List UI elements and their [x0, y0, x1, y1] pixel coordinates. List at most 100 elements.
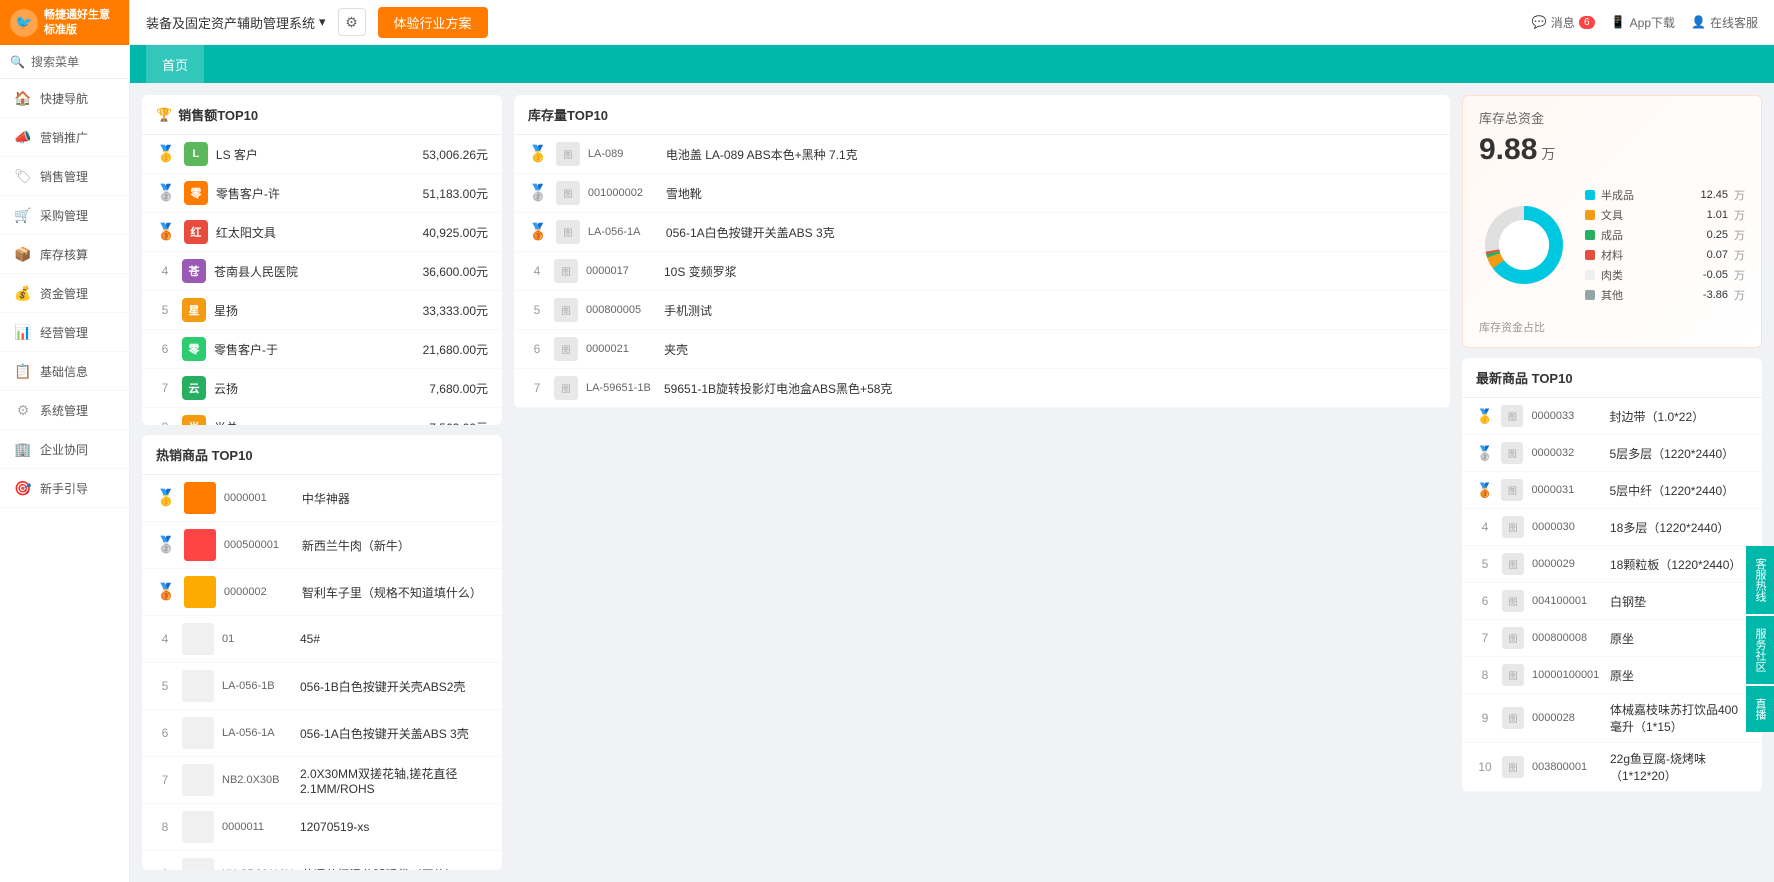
inventory-rank-row: 4 图 0000017 10S 变频罗浆	[514, 252, 1450, 291]
sidebar-item-finance[interactable]: 💰 资金管理	[0, 274, 129, 313]
search-icon: 🔍	[10, 55, 25, 69]
bronze-medal-icon: 🥉	[156, 222, 176, 242]
legend-unit: 万	[1734, 187, 1745, 203]
inventory-rank-row: 🥇 图 LA-089 电池盖 LA-089 ABS本色+黑种 7.1克	[514, 135, 1450, 174]
legend-item: 文具 1.01 万	[1585, 205, 1745, 225]
hot-product-name: 056-1A白色按键开关盖ABS 3壳	[300, 725, 488, 742]
rank-number: 7	[528, 381, 546, 395]
customer-amount: 51,183.00元	[423, 185, 488, 202]
new-product-row: 🥈 图 0000032 5层多层（1220*2440）	[1462, 435, 1762, 472]
sidebar-label-marketing: 营销推广	[40, 129, 88, 146]
new-product-code: 0000028	[1532, 712, 1602, 724]
product-code: LA-089	[588, 148, 658, 160]
new-product-name: 5层多层（1220*2440）	[1609, 445, 1748, 462]
new-product-row: 🥉 图 0000031 5层中纤（1220*2440）	[1462, 472, 1762, 509]
customer-amount: 21,680.00元	[423, 341, 488, 358]
rank-number: 7	[1476, 631, 1494, 645]
hot-product-name: 智利车子里（规格不知道填什么）	[302, 584, 488, 601]
new-product-img: 图	[1501, 442, 1523, 464]
customer-avatar: 红	[184, 220, 208, 244]
app-download-action[interactable]: 📱 App下载	[1611, 14, 1675, 31]
product-code: LA-056-1A	[588, 226, 658, 238]
customer-amount: 40,925.00元	[423, 224, 488, 241]
rank-number: 4	[1476, 520, 1494, 534]
new-product-row: 5 图 0000029 18颗粒板（1220*2440）	[1462, 546, 1762, 583]
rank-number: 9	[1476, 711, 1494, 725]
sidebar-item-basic[interactable]: 📋 基础信息	[0, 352, 129, 391]
panel-btn-服务社区[interactable]: 服务社区	[1746, 616, 1774, 684]
settings-button[interactable]: ⚙	[338, 8, 366, 36]
inventory-icon: 📦	[14, 245, 32, 263]
service-icon: 👤	[1691, 15, 1706, 29]
sidebar-item-purchase[interactable]: 🛒 采购管理	[0, 196, 129, 235]
sidebar-item-system[interactable]: ⚙ 系统管理	[0, 391, 129, 430]
inventory-rank-row: 7 图 LA-59651-1B 59651-1B旋转投影灯电池盒ABS黑色+58…	[514, 369, 1450, 408]
inv-ratio-label: 库存资金占比	[1463, 315, 1761, 347]
product-name: 雪地靴	[666, 185, 1436, 202]
legend-value: -3.86	[1703, 289, 1728, 301]
hot-product-name: 花语萌恒温分腿睡袋（厚款）	[301, 866, 488, 870]
inv-summary-label: 库存总资金	[1463, 96, 1761, 131]
sidebar: 🐦 畅捷通好生意 标准版 🔍 搜索菜单 🏠 快捷导航 📣 营销推广 🏷 销售管理…	[0, 0, 130, 882]
silver-medal-icon: 🥈	[1476, 445, 1493, 462]
sidebar-item-enterprise[interactable]: 🏢 企业协同	[0, 430, 129, 469]
new-product-img: 图	[1501, 405, 1523, 427]
hot-product-row: 8 0000011 12070519-xs	[142, 804, 502, 851]
new-products-list: 🥇 图 0000033 封边带（1.0*22） 🥈 图 0000032 5层多层…	[1462, 398, 1762, 792]
message-action[interactable]: 💬 消息 6	[1532, 14, 1595, 31]
product-img: 图	[554, 259, 578, 283]
sidebar-label-system: 系统管理	[40, 402, 88, 419]
sidebar-item-marketing[interactable]: 📣 营销推广	[0, 118, 129, 157]
top-customers-card: 🏆 销售额TOP10 🥇 L LS 客户 53,006.26元 🥈 零 零售客户…	[142, 95, 502, 425]
sidebar-item-quick-nav[interactable]: 🏠 快捷导航	[0, 79, 129, 118]
hot-product-row: 🥉 0000002 智利车子里（规格不知道填什么）	[142, 569, 502, 616]
panel-btn-客服热线[interactable]: 客服热线	[1746, 546, 1774, 614]
trial-button[interactable]: 体验行业方案	[378, 7, 488, 38]
inventory-top10-title: 库存量TOP10	[528, 105, 608, 124]
inventory-top10-card: 库存量TOP10 🥇 图 LA-089 电池盖 LA-089 ABS本色+黑种 …	[514, 95, 1450, 408]
finance-icon: 💰	[14, 284, 32, 302]
customer-rank-row: 4 苍 苍南县人民医院 36,600.00元	[142, 252, 502, 291]
legend-label: 成品	[1601, 227, 1701, 243]
hot-product-code: 0000001	[224, 492, 294, 504]
sidebar-label-basic: 基础信息	[40, 363, 88, 380]
product-img: 图	[554, 298, 578, 322]
sidebar-nav: 🏠 快捷导航 📣 营销推广 🏷 销售管理 🛒 采购管理 📦 库存核算 💰 资金管…	[0, 79, 129, 508]
panel-btn-直播[interactable]: 直播	[1746, 686, 1774, 732]
new-products-header: 最新商品 TOP10	[1462, 358, 1762, 398]
sidebar-label-quick-nav: 快捷导航	[40, 90, 88, 107]
top-customers-header: 🏆 销售额TOP10	[142, 95, 502, 135]
sidebar-item-guide[interactable]: 🎯 新手引导	[0, 469, 129, 508]
legend-dot	[1585, 210, 1595, 220]
topbar-title[interactable]: 装备及固定资产辅助管理系统 ▾	[146, 13, 326, 32]
sidebar-item-operations[interactable]: 📊 经营管理	[0, 313, 129, 352]
product-name: 夹壳	[664, 341, 1436, 358]
hot-product-code: 01	[222, 633, 292, 645]
product-name: 59651-1B旋转投影灯电池盒ABS黑色+58克	[664, 380, 1436, 397]
inv-total-unit: 万	[1541, 144, 1555, 164]
sidebar-item-inventory[interactable]: 📦 库存核算	[0, 235, 129, 274]
rank-number: 4	[528, 264, 546, 278]
topbar-right: 💬 消息 6 📱 App下载 👤 在线客服	[1532, 14, 1758, 31]
gold-medal-icon: 🥇	[1476, 408, 1493, 425]
search-label: 搜索菜单	[31, 53, 79, 70]
legend-unit: 万	[1734, 227, 1745, 243]
hot-product-code: LA-056-1A	[222, 727, 292, 739]
inventory-summary-card: 库存总资金 9.88 万	[1462, 95, 1762, 348]
logo-text: 畅捷通好生意 标准版	[44, 8, 110, 37]
customer-amount: 7,680.00元	[429, 380, 488, 397]
legend-dot	[1585, 190, 1595, 200]
sidebar-label-finance: 资金管理	[40, 285, 88, 302]
customer-amount: 33,333.00元	[423, 302, 488, 319]
inventory-rank-row: 6 图 0000021 夹壳	[514, 330, 1450, 369]
sidebar-search[interactable]: 🔍 搜索菜单	[0, 45, 129, 79]
online-service-action[interactable]: 👤 在线客服	[1691, 14, 1758, 31]
sidebar-item-sales[interactable]: 🏷 销售管理	[0, 157, 129, 196]
rank-number: 5	[156, 303, 174, 317]
legend-unit: 万	[1734, 267, 1745, 283]
new-product-row: 9 图 0000028 体械嘉枝味苏打饮品400毫升（1*15）	[1462, 694, 1762, 743]
customer-avatar: 苍	[182, 259, 206, 283]
tab-home[interactable]: 首页	[146, 45, 204, 83]
rank-number: 4	[156, 632, 174, 646]
sidebar-label-guide: 新手引导	[40, 480, 88, 497]
